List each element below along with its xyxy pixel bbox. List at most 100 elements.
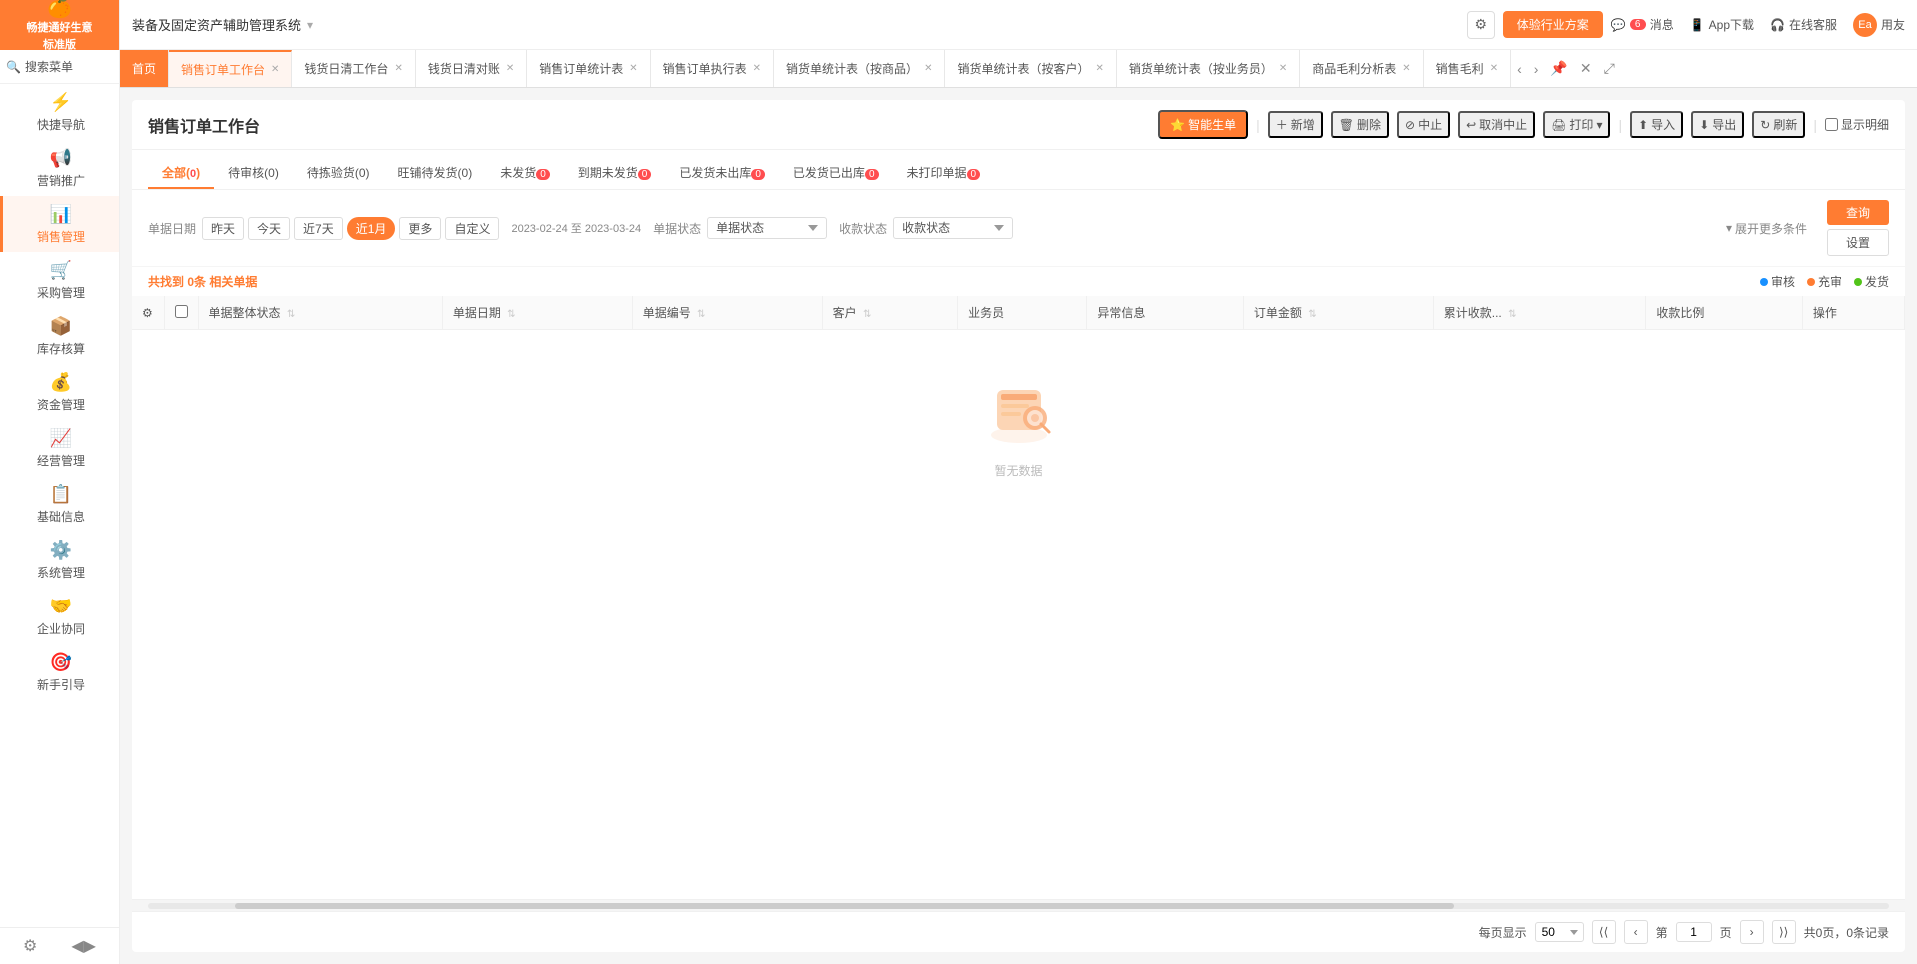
tab-close-all-icon[interactable]: ✕ <box>1574 60 1598 77</box>
filter-date-yesterday[interactable]: 昨天 <box>202 217 244 240</box>
tab-cash-daily[interactable]: 钱货日清工作台 ✕ <box>292 50 415 88</box>
tab-sales-stats[interactable]: 销售订单统计表 ✕ <box>527 50 650 88</box>
sub-tab-not-printed[interactable]: 未打印单据0 <box>893 158 995 189</box>
collapse-icon[interactable]: ◀▶ <box>71 936 96 956</box>
tab-close-icon[interactable]: ✕ <box>1279 63 1287 74</box>
settings-button[interactable]: 设置 <box>1827 229 1889 256</box>
tab-sales-monthly-product[interactable]: 销货单统计表（按商品） ✕ <box>774 50 945 88</box>
sidebar-item-purchase[interactable]: 🛒 采购管理 <box>0 252 119 308</box>
tab-scroll-right-icon[interactable]: › <box>1528 61 1545 77</box>
sidebar-item-quick-nav[interactable]: ⚡ 快捷导航 <box>0 84 119 140</box>
filter-date-7days[interactable]: 近7天 <box>294 217 343 240</box>
sidebar-item-guide[interactable]: 🎯 新手引导 <box>0 644 119 700</box>
industry-plan-button[interactable]: 体验行业方案 <box>1503 11 1603 38</box>
sub-tab-all[interactable]: 全部(0) <box>148 158 214 189</box>
sub-tab-not-shipped[interactable]: 未发货0 <box>486 158 564 189</box>
first-page-btn[interactable]: ⟨⟨ <box>1592 920 1616 944</box>
next-page-btn[interactable]: › <box>1740 920 1764 944</box>
user-item[interactable]: Ea 用友 <box>1853 13 1905 37</box>
settings-bottom-icon[interactable]: ⚙ <box>23 936 37 956</box>
tab-close-icon[interactable]: ✕ <box>1490 63 1498 74</box>
sub-tab-overdue-not-shipped[interactable]: 到期未发货0 <box>564 158 666 189</box>
review-action[interactable]: 审核 <box>1760 273 1795 290</box>
topbar-settings-btn[interactable]: ⚙ <box>1467 11 1495 39</box>
sidebar-item-system[interactable]: ⚙️ 系统管理 <box>0 532 119 588</box>
sidebar-item-finance[interactable]: 💰 资金管理 <box>0 364 119 420</box>
sub-tab-pending-inspect[interactable]: 待拣验货(0) <box>293 158 384 189</box>
tab-close-icon[interactable]: ✕ <box>394 63 402 74</box>
tab-close-icon[interactable]: ✕ <box>629 63 637 74</box>
unaudit-action[interactable]: 充审 <box>1807 273 1842 290</box>
tab-sales-profit[interactable]: 销售毛利 ✕ <box>1424 50 1511 88</box>
tab-close-icon[interactable]: ✕ <box>924 63 932 74</box>
show-detail-input[interactable] <box>1825 118 1838 131</box>
sidebar-item-basic-info[interactable]: 📋 基础信息 <box>0 476 119 532</box>
tab-close-icon[interactable]: ✕ <box>1402 63 1410 74</box>
tab-cash-account[interactable]: 钱货日清对账 ✕ <box>416 50 527 88</box>
horizontal-scrollbar[interactable] <box>132 899 1905 911</box>
tab-close-icon[interactable]: ✕ <box>271 64 279 75</box>
query-button[interactable]: 查询 <box>1827 200 1889 225</box>
expand-more-btn[interactable]: ▾ 展开更多条件 <box>1726 220 1807 237</box>
scroll-thumb[interactable] <box>235 903 1454 909</box>
sub-tab-wangpu-pending[interactable]: 旺铺待发货(0) <box>384 158 487 189</box>
sort-icon[interactable]: ⇅ <box>1308 309 1316 320</box>
add-button[interactable]: ＋ 新增 <box>1268 111 1323 138</box>
message-item[interactable]: 💬 6 消息 <box>1611 16 1674 33</box>
filter-date-1month[interactable]: 近1月 <box>347 217 396 240</box>
tab-scroll-left-icon[interactable]: ‹ <box>1511 61 1528 77</box>
col-settings[interactable]: ⚙ <box>132 296 164 330</box>
prev-page-btn[interactable]: ‹ <box>1624 920 1648 944</box>
app-logo: 🍊 畅捷通好生意 标准版 <box>0 0 119 50</box>
sidebar-item-marketing[interactable]: 📢 营销推广 <box>0 140 119 196</box>
sidebar-item-cooperation[interactable]: 🤝 企业协同 <box>0 588 119 644</box>
filter-date-today[interactable]: 今天 <box>248 217 290 240</box>
last-page-btn[interactable]: ⟩⟩ <box>1772 920 1796 944</box>
ship-action[interactable]: 发货 <box>1854 273 1889 290</box>
tab-close-icon[interactable]: ✕ <box>506 63 514 74</box>
print-button[interactable]: 🖨 打印 ▾ <box>1543 111 1610 138</box>
refresh-button[interactable]: ↻ 刷新 <box>1752 111 1805 138</box>
tab-close-icon[interactable]: ✕ <box>1095 63 1103 74</box>
unaudit-label: 充审 <box>1818 273 1842 290</box>
sidebar-item-inventory[interactable]: 📦 库存核算 <box>0 308 119 364</box>
status-filter-select[interactable]: 单据状态 <box>707 217 827 239</box>
sort-icon[interactable]: ⇅ <box>507 309 515 320</box>
export-button[interactable]: ⬇ 导出 <box>1691 111 1744 138</box>
stop-button[interactable]: ⊘ 中止 <box>1397 111 1450 138</box>
show-detail-checkbox[interactable]: 显示明细 <box>1825 116 1889 133</box>
import-button[interactable]: ⬆ 导入 <box>1630 111 1683 138</box>
sidebar-item-sales[interactable]: 📊 销售管理 <box>0 196 119 252</box>
smart-create-button[interactable]: ⭐ 智能生单 <box>1158 110 1248 139</box>
filter-date-custom[interactable]: 自定义 <box>445 217 499 240</box>
select-all-checkbox[interactable] <box>175 305 188 318</box>
per-page-select[interactable]: 20 50 100 <box>1535 922 1584 942</box>
online-service-item[interactable]: 🎧 在线客服 <box>1770 16 1837 33</box>
tab-sales-monthly-staff[interactable]: 销货单统计表（按业务员） ✕ <box>1117 50 1300 88</box>
tab-maximize-icon[interactable]: ⤢ <box>1598 60 1621 77</box>
sort-icon[interactable]: ⇅ <box>287 309 295 320</box>
avatar-text: Ea <box>1858 19 1871 31</box>
sidebar-item-operations[interactable]: 📈 经营管理 <box>0 420 119 476</box>
search-menu[interactable]: 🔍 搜索菜单 <box>0 50 119 84</box>
app-download-item[interactable]: 📱 App下载 <box>1690 16 1754 33</box>
col-checkbox[interactable] <box>164 296 198 330</box>
sub-tab-shipped-in[interactable]: 已发货已出库0 <box>779 158 893 189</box>
tab-pin-icon[interactable]: 📌 <box>1544 60 1573 77</box>
sort-icon[interactable]: ⇅ <box>863 309 871 320</box>
tab-sales-exec[interactable]: 销售订单执行表 ✕ <box>651 50 774 88</box>
tab-home[interactable]: 首页 <box>120 50 169 88</box>
tab-sales-workbench[interactable]: 销售订单工作台 ✕ <box>169 50 292 88</box>
tab-sales-monthly-customer[interactable]: 销货单统计表（按客户） ✕ <box>945 50 1116 88</box>
sort-icon[interactable]: ⇅ <box>697 309 705 320</box>
delete-button[interactable]: 🗑 删除 <box>1331 111 1389 138</box>
sub-tab-pending-review[interactable]: 待审核(0) <box>214 158 293 189</box>
tab-close-icon[interactable]: ✕ <box>753 63 761 74</box>
page-number-input[interactable] <box>1676 922 1712 942</box>
filter-date-more[interactable]: 更多 <box>399 217 441 240</box>
sort-icon[interactable]: ⇅ <box>1508 309 1516 320</box>
cancel-stop-button[interactable]: ↩ 取消中止 <box>1458 111 1535 138</box>
sub-tab-shipped-not-in[interactable]: 已发货未出库0 <box>665 158 779 189</box>
tab-gross-margin[interactable]: 商品毛利分析表 ✕ <box>1300 50 1423 88</box>
collection-filter-select[interactable]: 收款状态 <box>893 217 1013 239</box>
